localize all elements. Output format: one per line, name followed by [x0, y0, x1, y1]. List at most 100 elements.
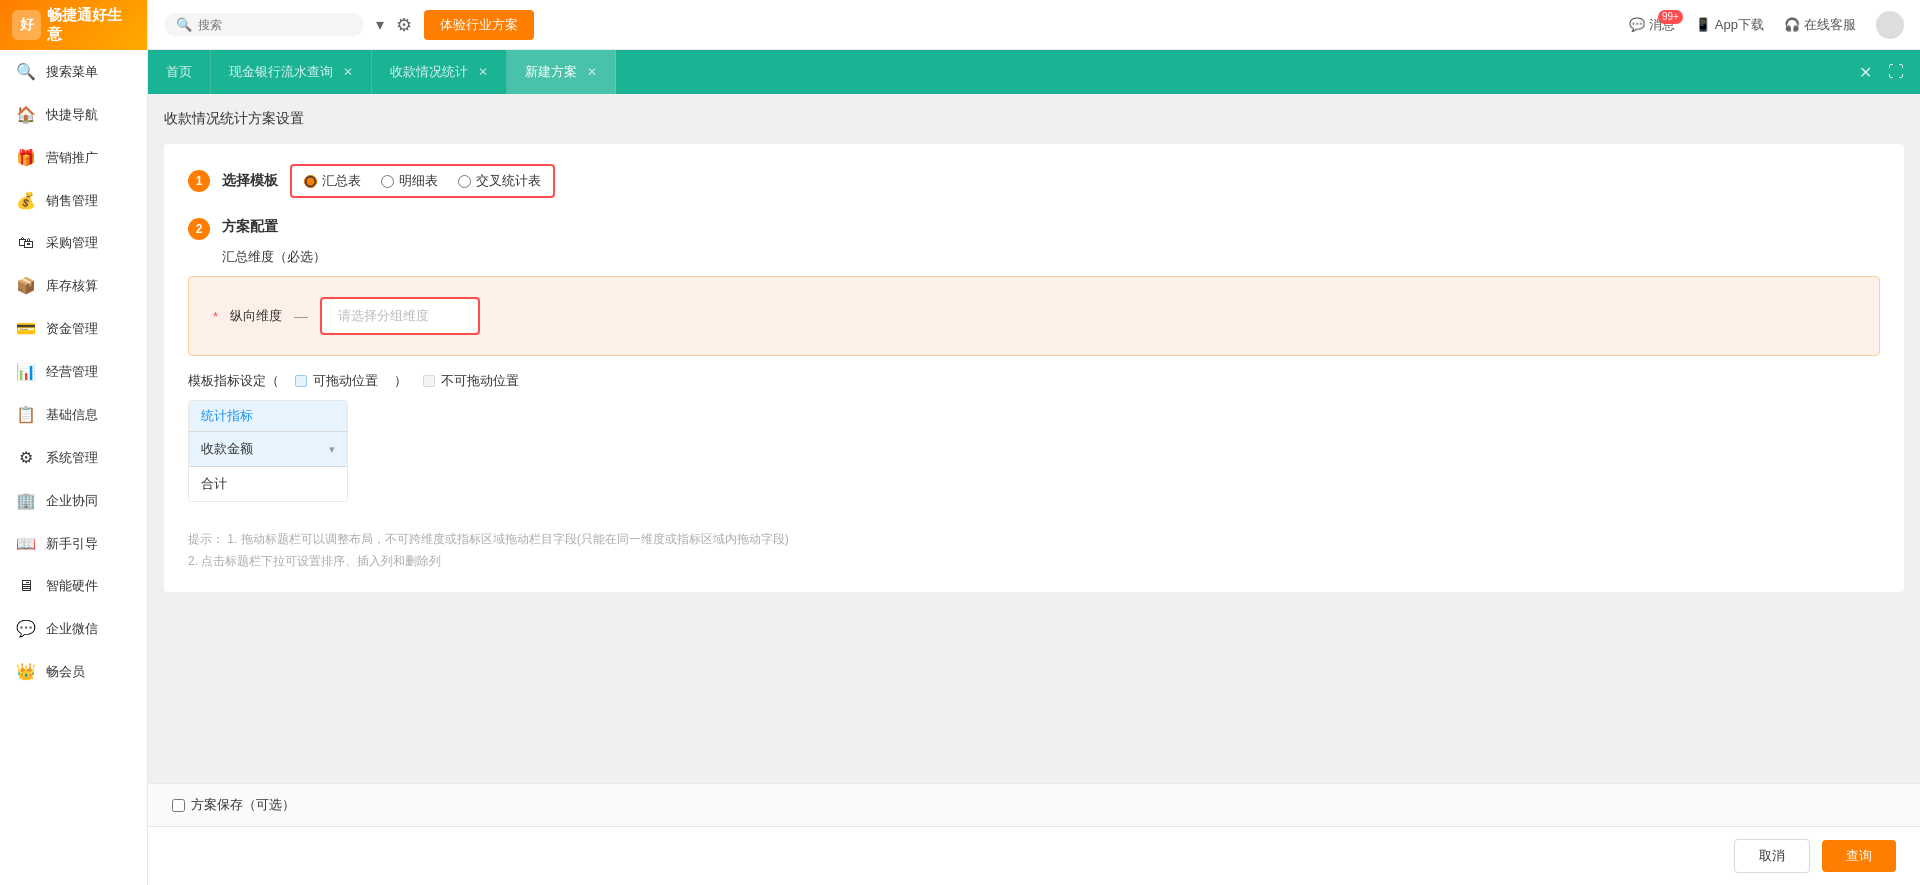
tab-bank-flow-close[interactable]: ✕: [343, 66, 353, 78]
step2-row: 2 方案配置: [188, 218, 1880, 240]
bag-icon: 🛍: [16, 234, 36, 252]
template-radio-group: 汇总表 明细表 交叉统计表: [290, 164, 555, 198]
topbar: 🔍 ▾ ⚙ 体验行业方案 💬 消息 99+ 📱 App下载 🎧 在线客服: [148, 0, 1920, 50]
dimension-row: * 纵向维度 — 请选择分组维度: [213, 297, 1855, 335]
indicator-cell-amount-label: 收款金额: [201, 440, 253, 458]
tip-2: 2. 点击标题栏下拉可设置排序、插入列和删除列: [188, 551, 1880, 573]
trial-button[interactable]: 体验行业方案: [424, 10, 534, 40]
content-area: 收款情况统计方案设置 1 选择模板 汇总表 明细表: [148, 94, 1920, 885]
sidebar-item-quick-nav[interactable]: 🏠 快捷导航: [0, 93, 147, 136]
building-icon: 🏢: [16, 491, 36, 510]
group-dim-select[interactable]: 请选择分组维度: [320, 297, 480, 335]
sidebar-item-label: 智能硬件: [46, 577, 98, 595]
sidebar-item-member[interactable]: 👑 畅会员: [0, 650, 147, 693]
sidebar-item-label: 新手引导: [46, 535, 98, 553]
sidebar-item-marketing[interactable]: 🎁 营销推广: [0, 136, 147, 179]
sidebar-item-label: 企业协同: [46, 492, 98, 510]
indicator-cell-amount[interactable]: 收款金额 ▾: [189, 432, 347, 467]
message-badge: 99+: [1658, 10, 1683, 24]
message-button[interactable]: 💬 消息 99+: [1629, 16, 1675, 34]
radio-cross[interactable]: 交叉统计表: [458, 172, 541, 190]
sidebar-item-guide[interactable]: 📖 新手引导: [0, 522, 147, 565]
sidebar-item-sales[interactable]: 💰 销售管理: [0, 179, 147, 222]
sidebar-item-system[interactable]: ⚙ 系统管理: [0, 436, 147, 479]
search-input[interactable]: [198, 18, 338, 32]
legend-draggable: 可拖动位置: [295, 372, 378, 390]
query-button[interactable]: 查询: [1822, 840, 1896, 872]
tip-1: 提示： 1. 拖动标题栏可以调整布局，不可跨维度或指标区域拖动栏目字段(只能在同…: [188, 529, 1880, 551]
step2-label: 方案配置: [222, 218, 278, 236]
tab-minimize-button[interactable]: ✕: [1855, 59, 1876, 86]
cancel-button[interactable]: 取消: [1734, 839, 1810, 873]
sidebar-item-label: 经营管理: [46, 363, 98, 381]
chat-icon: 💬: [16, 619, 36, 638]
tab-receipt-stat[interactable]: 收款情况统计 ✕: [372, 50, 507, 94]
indicators-label: 模板指标设定（: [188, 372, 279, 390]
save-plan-checkbox-label[interactable]: 方案保存（可选）: [172, 796, 295, 814]
indicator-cell-total-label: 合计: [201, 476, 227, 491]
download-button[interactable]: 📱 App下载: [1695, 16, 1764, 34]
sidebar-item-operations[interactable]: 📊 经营管理: [0, 350, 147, 393]
tab-receipt-stat-label: 收款情况统计: [390, 63, 468, 81]
settings-icon[interactable]: ⚙: [396, 14, 412, 36]
tab-new-plan-close[interactable]: ✕: [587, 66, 597, 78]
book-icon: 📖: [16, 534, 36, 553]
sidebar-nav: 🔍 搜索菜单 🏠 快捷导航 🎁 营销推广 💰 销售管理 🛍 采购管理 📦 库存核…: [0, 50, 147, 885]
search-box[interactable]: 🔍: [164, 13, 364, 36]
tab-home[interactable]: 首页: [148, 50, 211, 94]
step2-badge: 2: [188, 218, 210, 240]
sidebar-item-wechat[interactable]: 💬 企业微信: [0, 607, 147, 650]
tab-new-plan[interactable]: 新建方案 ✕: [507, 50, 616, 94]
sidebar-item-label: 快捷导航: [46, 106, 98, 124]
radio-detail-label: 明细表: [399, 172, 438, 190]
radio-summary-input[interactable]: [304, 175, 317, 188]
sidebar-item-label: 搜索菜单: [46, 63, 98, 81]
main-area: 🔍 ▾ ⚙ 体验行业方案 💬 消息 99+ 📱 App下载 🎧 在线客服: [148, 0, 1920, 885]
crown-icon: 👑: [16, 662, 36, 681]
sidebar-item-purchase[interactable]: 🛍 采购管理: [0, 222, 147, 264]
sidebar-item-label: 基础信息: [46, 406, 98, 424]
sidebar-item-enterprise[interactable]: 🏢 企业协同: [0, 479, 147, 522]
logo-icon: 好: [12, 10, 41, 40]
page-title: 收款情况统计方案设置: [164, 110, 1904, 128]
logo-text: 畅捷通好生意: [47, 6, 135, 44]
box-icon: 📦: [16, 276, 36, 295]
dimension-area: * 纵向维度 — 请选择分组维度: [188, 276, 1880, 356]
tab-receipt-stat-close[interactable]: ✕: [478, 66, 488, 78]
card-icon: 💳: [16, 319, 36, 338]
message-icon: 💬: [1629, 17, 1645, 32]
legend-separator: ）: [394, 372, 407, 390]
save-plan-checkbox[interactable]: [172, 799, 185, 812]
non-draggable-legend-label: 不可拖动位置: [441, 372, 519, 390]
sidebar-item-hardware[interactable]: 🖥 智能硬件: [0, 565, 147, 607]
radio-summary[interactable]: 汇总表: [304, 172, 361, 190]
home-icon: 🏠: [16, 105, 36, 124]
sidebar-item-label: 系统管理: [46, 449, 98, 467]
config-section: 1 选择模板 汇总表 明细表 交叉统计表: [164, 144, 1904, 592]
sidebar-item-inventory[interactable]: 📦 库存核算: [0, 264, 147, 307]
gift-icon: 🎁: [16, 148, 36, 167]
sidebar-item-search-menu[interactable]: 🔍 搜索菜单: [0, 50, 147, 93]
sidebar-item-label: 营销推广: [46, 149, 98, 167]
radio-cross-input[interactable]: [458, 175, 471, 188]
radio-summary-label: 汇总表: [322, 172, 361, 190]
sidebar-item-capital[interactable]: 💳 资金管理: [0, 307, 147, 350]
service-button[interactable]: 🎧 在线客服: [1784, 16, 1856, 34]
radio-cross-label: 交叉统计表: [476, 172, 541, 190]
non-draggable-legend-dot: [423, 375, 435, 387]
legend-non-draggable: 不可拖动位置: [423, 372, 519, 390]
radio-detail-input[interactable]: [381, 175, 394, 188]
service-label: 在线客服: [1804, 16, 1856, 34]
user-avatar[interactable]: [1876, 11, 1904, 39]
tab-expand-button[interactable]: ⛶: [1884, 59, 1908, 85]
monitor-icon: 🖥: [16, 577, 36, 595]
sidebar-item-basic-info[interactable]: 📋 基础信息: [0, 393, 147, 436]
radio-detail[interactable]: 明细表: [381, 172, 438, 190]
dropdown-button[interactable]: ▾: [376, 15, 384, 34]
tab-bank-flow[interactable]: 现金银行流水查询 ✕: [211, 50, 372, 94]
dropdown-arrow-icon: ▾: [329, 443, 335, 456]
draggable-legend-label: 可拖动位置: [313, 372, 378, 390]
page-footer: 方案保存（可选）: [148, 783, 1920, 826]
download-label: App下载: [1715, 16, 1764, 34]
sidebar: 好 畅捷通好生意 🔍 搜索菜单 🏠 快捷导航 🎁 营销推广 💰 销售管理 🛍 采…: [0, 0, 148, 885]
